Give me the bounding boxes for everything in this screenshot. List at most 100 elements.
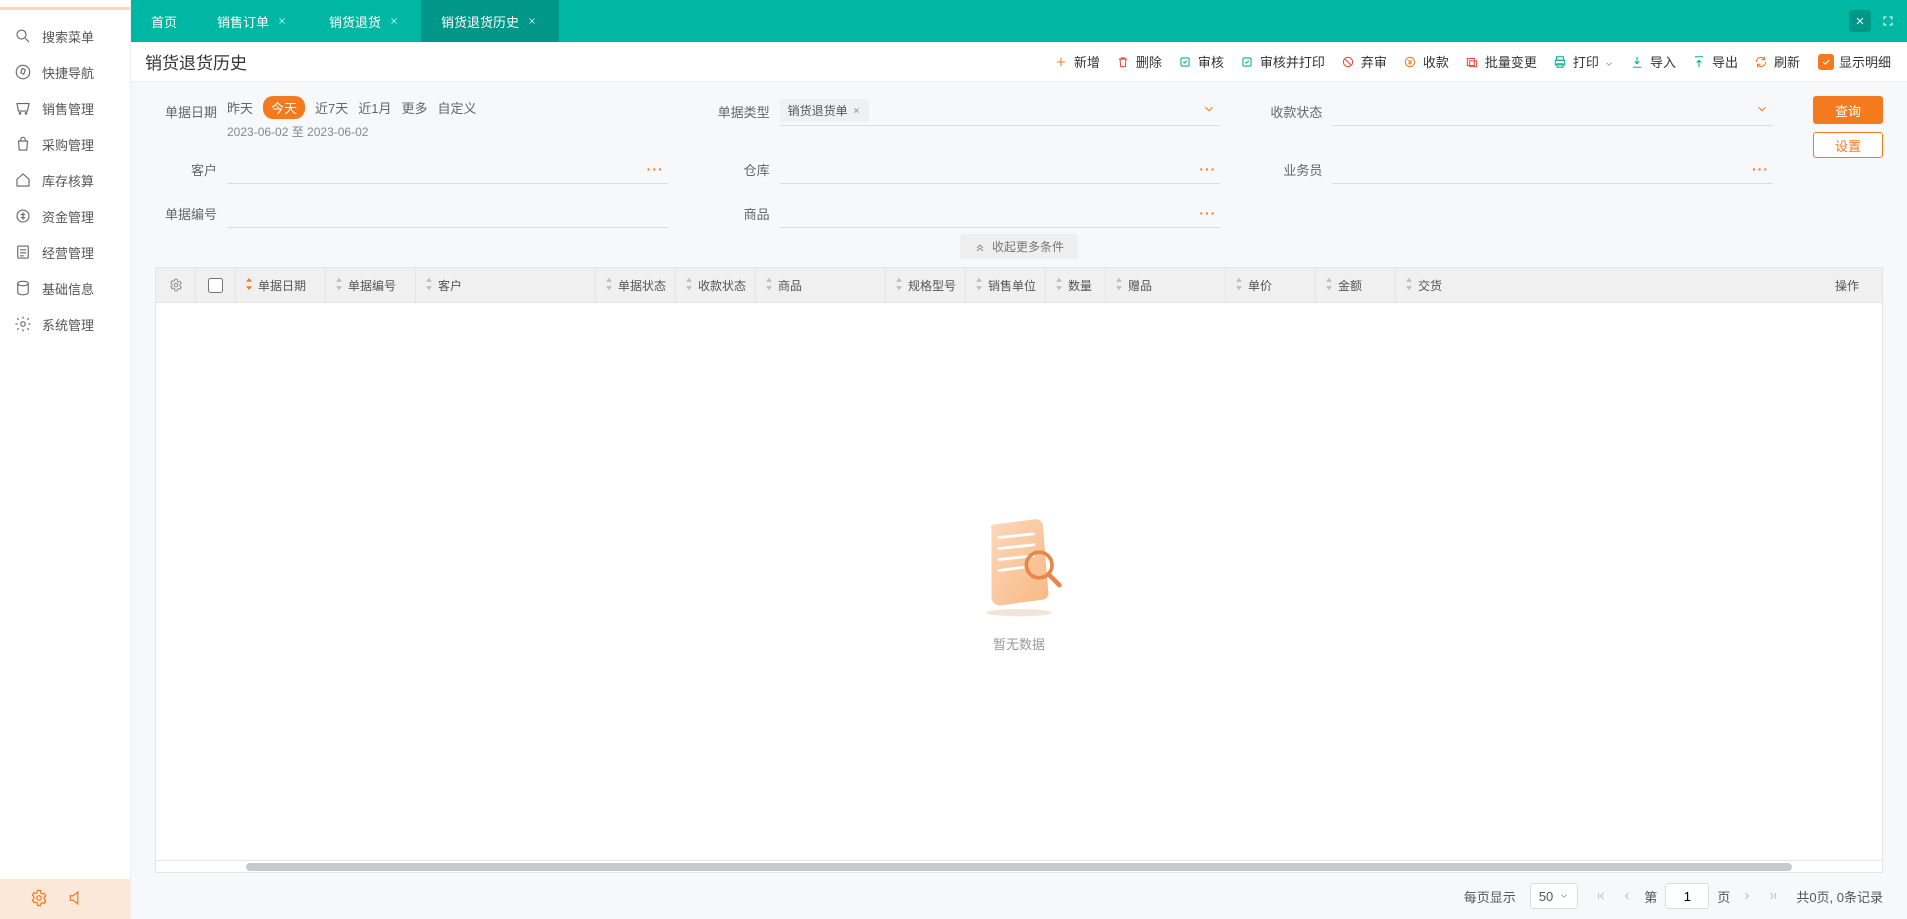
filter-warehouse-label: 仓库: [708, 154, 780, 179]
sidebar-item-cart[interactable]: 销售管理: [0, 90, 130, 126]
page-first-button[interactable]: [1592, 887, 1610, 905]
show-detail-toggle[interactable]: 显示明细: [1812, 48, 1897, 76]
empty-text: 暂无数据: [993, 634, 1045, 653]
toolbar-export-button[interactable]: 导出: [1686, 48, 1744, 76]
filter-date: 单据日期 昨天今天近7天近1月更多自定义 2023-06-02 至 2023-0…: [155, 96, 668, 140]
sidebar-item-home[interactable]: 库存核算: [0, 162, 130, 198]
filter-doc-no: 单据编号: [155, 198, 668, 228]
toolbar-stamp-button[interactable]: 审核: [1172, 48, 1230, 76]
close-icon[interactable]: [852, 104, 861, 118]
sidebar-item-label: 资金管理: [42, 207, 94, 226]
table-column-header[interactable]: 金额: [1316, 268, 1396, 302]
ellipsis-icon[interactable]: ···: [647, 161, 664, 177]
query-button[interactable]: 查询: [1813, 96, 1883, 124]
coin-icon: [14, 207, 32, 225]
table-column-header[interactable]: 单价: [1226, 268, 1316, 302]
date-quick-option[interactable]: 自定义: [438, 98, 477, 117]
close-icon[interactable]: [275, 14, 289, 28]
toolbar-button-label: 审核并打印: [1260, 52, 1325, 71]
tab-3[interactable]: 销货退货历史: [421, 0, 559, 42]
sidebar-item-label: 基础信息: [42, 279, 94, 298]
date-quick-option[interactable]: 近1月: [358, 98, 391, 117]
date-quick-option[interactable]: 更多: [402, 98, 428, 117]
tab-0[interactable]: 首页: [131, 0, 197, 42]
table-column-header[interactable]: 单据日期: [236, 268, 326, 302]
sidebar-item-gear[interactable]: 系统管理: [0, 306, 130, 342]
chevron-down-icon[interactable]: [1202, 102, 1216, 119]
doc-type-tag[interactable]: 销货退货单: [780, 99, 869, 122]
tab-2[interactable]: 销货退货: [309, 0, 421, 42]
filter-doc-type-input[interactable]: 销货退货单: [780, 96, 1221, 126]
sidebar-item-db[interactable]: 基础信息: [0, 270, 130, 306]
toolbar-bulk-button[interactable]: 批量变更: [1459, 48, 1543, 76]
collapse-filters-button[interactable]: 收起更多条件: [960, 234, 1078, 259]
toolbar-money-button[interactable]: 收款: [1397, 48, 1455, 76]
toolbar-stamp-print-button[interactable]: 审核并打印: [1234, 48, 1331, 76]
sort-icon: [684, 278, 694, 293]
toolbar-printer-button[interactable]: 打印: [1547, 48, 1620, 76]
toolbar-import-button[interactable]: 导入: [1624, 48, 1682, 76]
toolbar-trash-button[interactable]: 删除: [1110, 48, 1168, 76]
filter-doc-no-input[interactable]: [227, 198, 668, 228]
toolbar-button-label: 导出: [1712, 52, 1738, 71]
table-column-header[interactable]: 数量: [1046, 268, 1106, 302]
date-quick-option[interactable]: 今天: [263, 96, 305, 119]
close-icon[interactable]: [387, 14, 401, 28]
table-column-header[interactable]: 单据编号: [326, 268, 416, 302]
sidebar-item-compass[interactable]: 快捷导航: [0, 54, 130, 90]
table-column-header[interactable]: 单据状态: [596, 268, 676, 302]
filter-salesman-input[interactable]: ···: [1332, 154, 1773, 184]
filter-doc-type: 单据类型 销货退货单: [708, 96, 1221, 140]
page-next-button[interactable]: [1738, 887, 1756, 905]
chevron-down-icon[interactable]: [1755, 102, 1769, 119]
filter-receipt-status-input[interactable]: [1332, 96, 1773, 126]
table-column-header[interactable]: 规格型号: [886, 268, 966, 302]
tab-1[interactable]: 销售订单: [197, 0, 309, 42]
table-select-all[interactable]: [196, 268, 236, 302]
table-column-header[interactable]: 赠品: [1106, 268, 1226, 302]
sidebar-item-report[interactable]: 经营管理: [0, 234, 130, 270]
sidebar-logo-strip: [0, 0, 130, 10]
page-prev-button[interactable]: [1618, 887, 1636, 905]
sidebar-item-label: 库存核算: [42, 171, 94, 190]
sidebar-item-coin[interactable]: 资金管理: [0, 198, 130, 234]
close-icon[interactable]: [525, 14, 539, 28]
filter-customer-input[interactable]: ···: [227, 154, 668, 184]
tab-label: 销售订单: [217, 12, 269, 31]
empty-illustration-icon: [964, 510, 1074, 620]
ellipsis-icon[interactable]: ···: [1752, 161, 1769, 177]
toolbar-plus-button[interactable]: 新增: [1048, 48, 1106, 76]
ellipsis-icon[interactable]: ···: [1199, 205, 1216, 221]
table-column-header[interactable]: 交货: [1396, 268, 1456, 302]
plus-icon: [1054, 54, 1069, 69]
column-label: 收款状态: [698, 277, 746, 294]
select-all-checkbox[interactable]: [208, 278, 223, 293]
scrollbar-thumb[interactable]: [246, 863, 1792, 871]
sidebar-item-bag[interactable]: 采购管理: [0, 126, 130, 162]
date-quick-option[interactable]: 近7天: [315, 98, 348, 117]
settings-icon[interactable]: [30, 889, 48, 910]
toolbar-button-label: 弃审: [1361, 52, 1387, 71]
table-column-header[interactable]: 客户: [416, 268, 596, 302]
page-last-button[interactable]: [1764, 887, 1782, 905]
filter-product-input[interactable]: ···: [780, 198, 1221, 228]
filter-receipt-status: 收款状态: [1260, 96, 1773, 140]
toolbar-ban-button[interactable]: 弃审: [1335, 48, 1393, 76]
tab-close-all-button[interactable]: [1849, 10, 1871, 32]
table-column-header[interactable]: 收款状态: [676, 268, 756, 302]
table-column-header[interactable]: 销售单位: [966, 268, 1046, 302]
filter-warehouse-input[interactable]: ···: [780, 154, 1221, 184]
table-settings-button[interactable]: [156, 268, 196, 302]
date-quick-option[interactable]: 昨天: [227, 98, 253, 117]
ellipsis-icon[interactable]: ···: [1199, 161, 1216, 177]
table-header: 单据日期单据编号客户单据状态收款状态商品规格型号销售单位数量赠品单价金额交货 操…: [155, 267, 1883, 303]
per-page-select[interactable]: 50: [1530, 883, 1578, 909]
filter-settings-button[interactable]: 设置: [1813, 132, 1883, 158]
speaker-icon[interactable]: [68, 889, 86, 910]
sidebar-item-search[interactable]: 搜索菜单: [0, 18, 130, 54]
horizontal-scrollbar[interactable]: [155, 861, 1883, 873]
page-input[interactable]: [1665, 883, 1709, 909]
table-column-header[interactable]: 商品: [756, 268, 886, 302]
toolbar-refresh-button[interactable]: 刷新: [1748, 48, 1806, 76]
fullscreen-icon[interactable]: [1879, 12, 1897, 30]
